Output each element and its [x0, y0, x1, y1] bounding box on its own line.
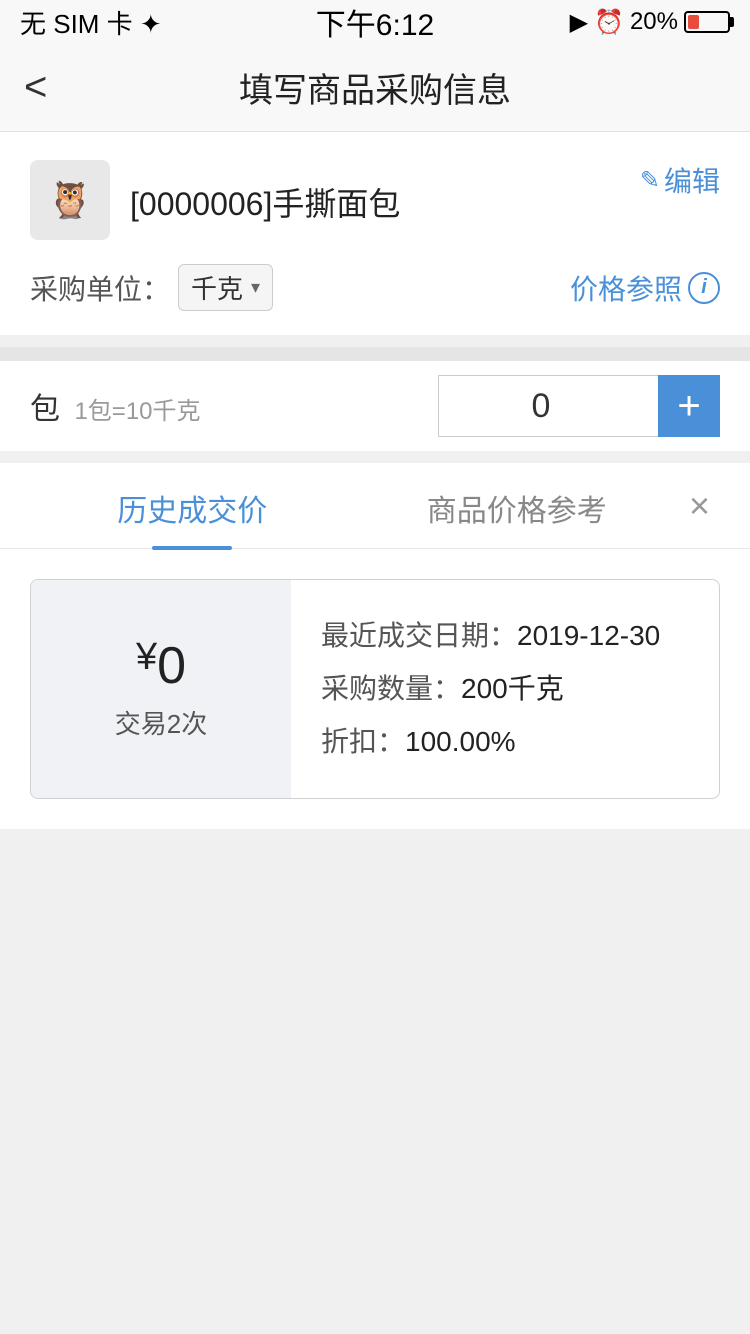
product-thumbnail: 🦉 [30, 160, 110, 240]
quantity-label-group: 包 1包=10千克 [30, 384, 201, 428]
price-amount: ¥0 [136, 636, 186, 696]
price-card: ¥0 交易2次 最近成交日期：2019-12-30 采购数量：200千克 折扣：… [30, 579, 720, 799]
quantity-input[interactable] [438, 375, 658, 437]
status-bar: 无 SIM 卡 ✦ 下午6:12 ▶ ⏰ 20% [0, 0, 750, 44]
page-title: 填写商品采购信息 [239, 63, 511, 112]
edit-button[interactable]: ✎ 编辑 [640, 160, 720, 200]
product-header: 🦉 [0000006]手撕面包 ✎ 编辑 [30, 160, 720, 240]
unit-label: 采购单位： [30, 268, 170, 308]
quantity-row: 包 1包=10千克 + [0, 361, 750, 451]
product-left: 🦉 [0000006]手撕面包 [30, 160, 400, 240]
quantity-conversion: 1包=10千克 [74, 398, 200, 425]
chevron-down-icon: ▾ [251, 277, 260, 298]
product-unit-row: 采购单位： 千克 ▾ 价格参照 i [30, 264, 720, 311]
tab-close-button[interactable]: × [679, 485, 720, 527]
price-detail-discount: 折扣：100.00% [321, 722, 689, 761]
product-section: 🦉 [0000006]手撕面包 ✎ 编辑 采购单位： 千克 ▾ 价格参照 i [0, 132, 750, 335]
alarm-icon: ⏰ [594, 8, 624, 37]
info-icon: i [688, 272, 720, 304]
price-reference-button[interactable]: 价格参照 i [570, 268, 720, 308]
tab-content: ¥0 交易2次 最近成交日期：2019-12-30 采购数量：200千克 折扣：… [0, 549, 750, 829]
battery-icon [684, 11, 730, 33]
status-time: 下午6:12 [316, 0, 434, 44]
unit-value: 千克 [191, 269, 243, 306]
tab-history-price[interactable]: 历史成交价 [30, 462, 354, 550]
price-card-right: 最近成交日期：2019-12-30 采购数量：200千克 折扣：100.00% [291, 580, 719, 798]
transaction-count: 交易2次 [115, 704, 207, 741]
product-name: [0000006]手撕面包 [130, 179, 400, 225]
quantity-plus-button[interactable]: + [658, 375, 720, 437]
price-detail-qty: 采购数量：200千克 [321, 669, 689, 708]
tab-header: 历史成交价 商品价格参考 × [0, 463, 750, 549]
main-background: 历史成交价 商品价格参考 × ¥0 交易2次 最近成交日期：2019-12-30 [0, 463, 750, 1163]
price-detail-date: 最近成交日期：2019-12-30 [321, 616, 689, 655]
section-divider [0, 347, 750, 361]
product-name-wrapper: [0000006]手撕面包 [130, 175, 400, 225]
unit-dropdown[interactable]: 千克 ▾ [178, 264, 273, 311]
nav-bar: < 填写商品采购信息 [0, 44, 750, 132]
back-button[interactable]: < [24, 65, 47, 110]
tab-section: 历史成交价 商品价格参考 × ¥0 交易2次 最近成交日期：2019-12-30 [0, 463, 750, 829]
navigation-icon: ▶ [570, 8, 588, 37]
unit-selector-group: 采购单位： 千克 ▾ [30, 264, 273, 311]
quantity-unit-label: 包 [30, 393, 60, 426]
status-right: ▶ ⏰ 20% [570, 8, 730, 37]
quantity-control: + [438, 375, 720, 437]
tab-price-reference[interactable]: 商品价格参考 [354, 462, 678, 550]
product-logo-icon: 🦉 [48, 182, 93, 218]
status-signal: 无 SIM 卡 ✦ [20, 4, 162, 41]
edit-icon: ✎ [640, 166, 660, 195]
battery-percent: 20% [630, 8, 678, 36]
price-card-left: ¥0 交易2次 [31, 580, 291, 798]
currency-symbol: ¥ [136, 636, 157, 678]
